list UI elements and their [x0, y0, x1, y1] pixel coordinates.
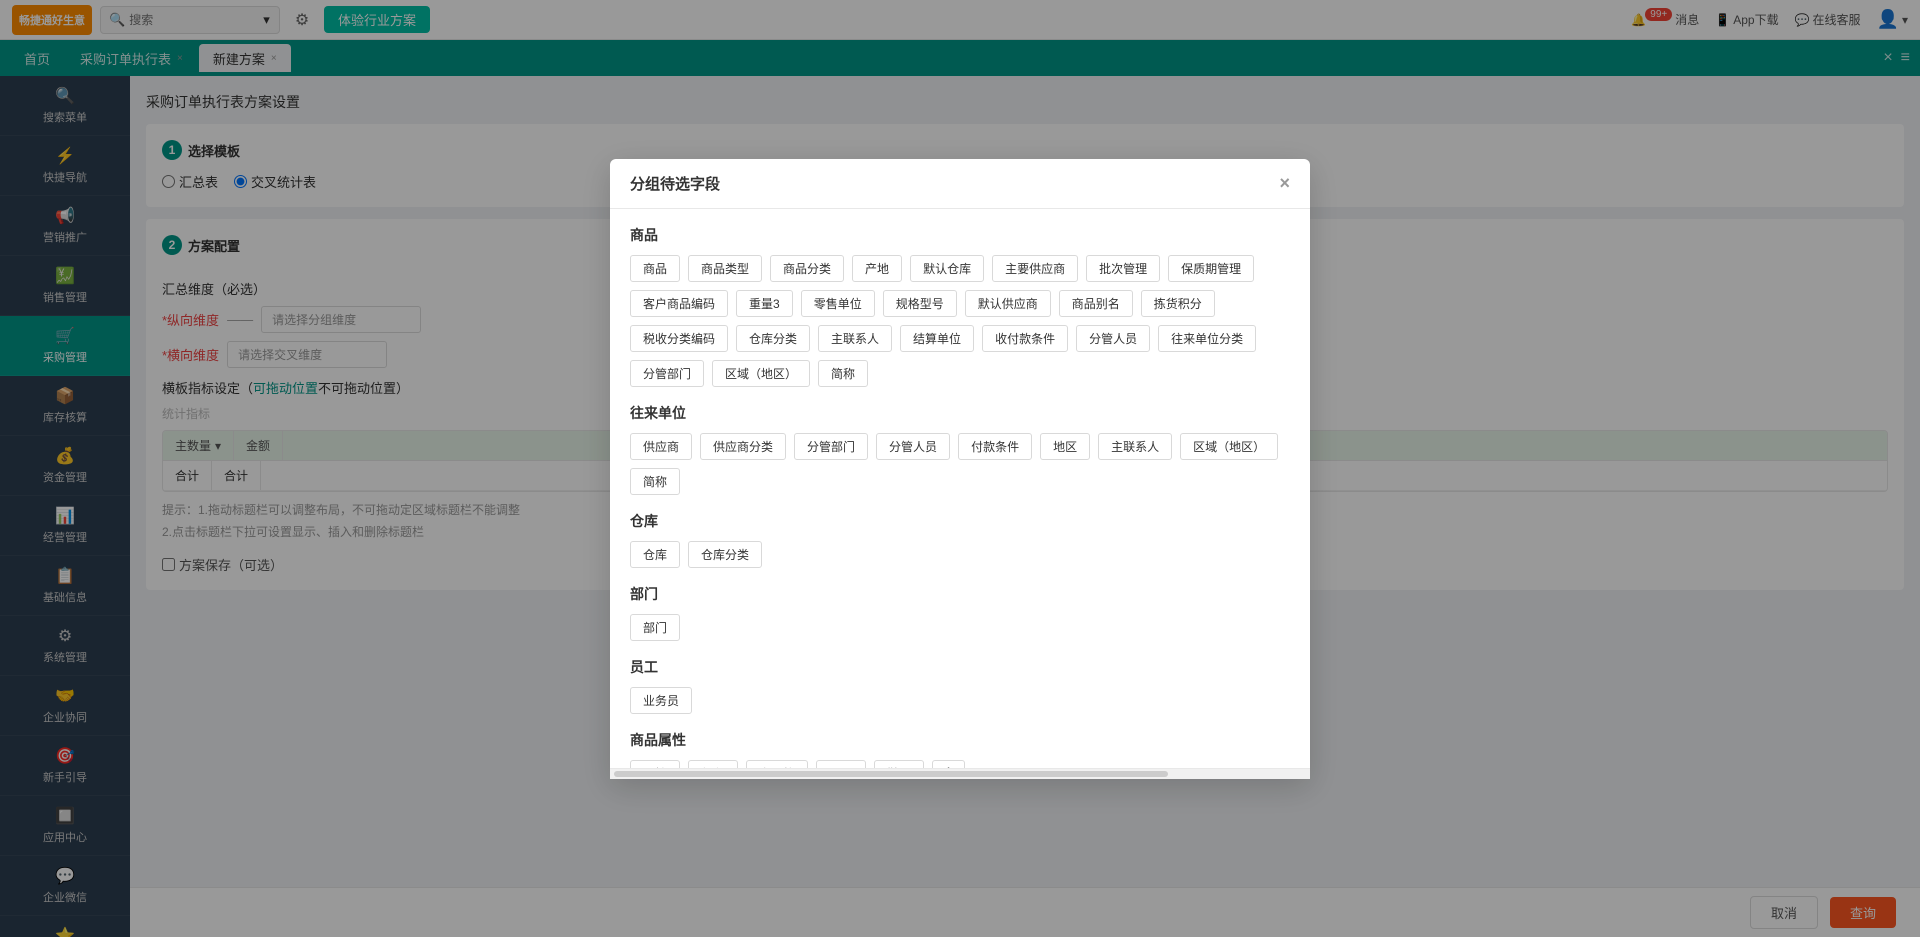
modal-close-button[interactable]: × [1279, 174, 1290, 192]
field-tag-attr-color[interactable]: 颜色 [688, 760, 738, 768]
section-title-employee: 员工 [630, 657, 1290, 677]
field-tag-goods-contact[interactable]: 主联系人 [818, 325, 892, 352]
field-tag-goods-score[interactable]: 拣货积分 [1141, 290, 1215, 317]
field-tag-partner-supplier[interactable]: 供应商 [630, 433, 692, 460]
field-tag-partner-short[interactable]: 简称 [630, 468, 680, 495]
field-tag-goods-partner-category[interactable]: 往来单位分类 [1158, 325, 1256, 352]
field-tag-goods-category[interactable]: 商品分类 [770, 255, 844, 282]
field-tags-dept: 部门 [630, 614, 1290, 641]
field-tag-goods-shelf-life[interactable]: 保质期管理 [1168, 255, 1254, 282]
field-tag-goods-default-warehouse[interactable]: 默认仓库 [910, 255, 984, 282]
field-tag-partner-area[interactable]: 区域（地区） [1180, 433, 1278, 460]
field-tag-goods-short-name[interactable]: 简称 [818, 360, 868, 387]
field-tag-dept-name[interactable]: 部门 [630, 614, 680, 641]
field-tag-attr-multi-spec[interactable]: 多规格 [746, 760, 808, 768]
field-tag-goods-type[interactable]: 商品类型 [688, 255, 762, 282]
section-title-warehouse: 仓库 [630, 511, 1290, 531]
field-tag-goods-tax-code[interactable]: 税收分类编码 [630, 325, 728, 352]
field-tags-product-attr: 属性 颜色 多规格 尺码 鞋码 1 [630, 760, 1290, 768]
section-title-partner: 往来单位 [630, 403, 1290, 423]
field-tag-goods-main-supplier[interactable]: 主要供应商 [992, 255, 1078, 282]
field-tag-goods-payment-terms[interactable]: 收付款条件 [982, 325, 1068, 352]
field-tag-attr-shoe-size[interactable]: 鞋码 [874, 760, 924, 768]
field-tag-attr-1[interactable]: 1 [932, 760, 965, 768]
section-title-dept: 部门 [630, 584, 1290, 604]
field-tag-partner-dept[interactable]: 分管部门 [794, 433, 868, 460]
field-tag-goods-retail-unit[interactable]: 零售单位 [801, 290, 875, 317]
field-tag-goods-commodity[interactable]: 商品 [630, 255, 680, 282]
field-tag-partner-payment[interactable]: 付款条件 [958, 433, 1032, 460]
section-title-product-attr: 商品属性 [630, 730, 1290, 750]
modal-overlay[interactable]: 分组待选字段 × 商品 商品 商品类型 商品分类 产地 默认仓库 主要供应商 批… [0, 0, 1920, 937]
field-tag-goods-warehouse-category[interactable]: 仓库分类 [736, 325, 810, 352]
modal-hscroll-thumb[interactable] [614, 771, 1168, 777]
field-tag-partner-supplier-category[interactable]: 供应商分类 [700, 433, 786, 460]
field-tags-warehouse: 仓库 仓库分类 [630, 541, 1290, 568]
field-tag-goods-manager[interactable]: 分管人员 [1076, 325, 1150, 352]
field-tag-goods-weight[interactable]: 重量3 [736, 290, 793, 317]
field-select-modal: 分组待选字段 × 商品 商品 商品类型 商品分类 产地 默认仓库 主要供应商 批… [610, 159, 1310, 779]
field-tag-partner-manager[interactable]: 分管人员 [876, 433, 950, 460]
modal-header: 分组待选字段 × [610, 159, 1310, 209]
field-tag-warehouse-name[interactable]: 仓库 [630, 541, 680, 568]
field-tags-employee: 业务员 [630, 687, 1290, 714]
field-tag-partner-contact[interactable]: 主联系人 [1098, 433, 1172, 460]
field-tag-partner-region[interactable]: 地区 [1040, 433, 1090, 460]
field-tag-attr-property[interactable]: 属性 [630, 760, 680, 768]
field-tag-goods-spec[interactable]: 规格型号 [883, 290, 957, 317]
field-tags-partner: 供应商 供应商分类 分管部门 分管人员 付款条件 地区 主联系人 区域（地区） … [630, 433, 1290, 495]
section-title-goods: 商品 [630, 225, 1290, 245]
modal-body: 商品 商品 商品类型 商品分类 产地 默认仓库 主要供应商 批次管理 保质期管理… [610, 209, 1310, 768]
field-tag-goods-alias[interactable]: 商品别名 [1059, 290, 1133, 317]
field-tag-goods-default-supplier[interactable]: 默认供应商 [965, 290, 1051, 317]
field-tag-goods-dept[interactable]: 分管部门 [630, 360, 704, 387]
field-tag-warehouse-category[interactable]: 仓库分类 [688, 541, 762, 568]
field-tag-goods-origin[interactable]: 产地 [852, 255, 902, 282]
field-tag-goods-batch[interactable]: 批次管理 [1086, 255, 1160, 282]
field-tag-goods-settlement-unit[interactable]: 结算单位 [900, 325, 974, 352]
field-tags-goods: 商品 商品类型 商品分类 产地 默认仓库 主要供应商 批次管理 保质期管理 客户… [630, 255, 1290, 387]
modal-horizontal-scrollbar[interactable] [610, 768, 1310, 779]
field-tag-goods-region[interactable]: 区域（地区） [712, 360, 810, 387]
field-tag-employee-salesperson[interactable]: 业务员 [630, 687, 692, 714]
field-tag-attr-size[interactable]: 尺码 [816, 760, 866, 768]
modal-title: 分组待选字段 [630, 173, 720, 194]
field-tag-goods-customer-code[interactable]: 客户商品编码 [630, 290, 728, 317]
